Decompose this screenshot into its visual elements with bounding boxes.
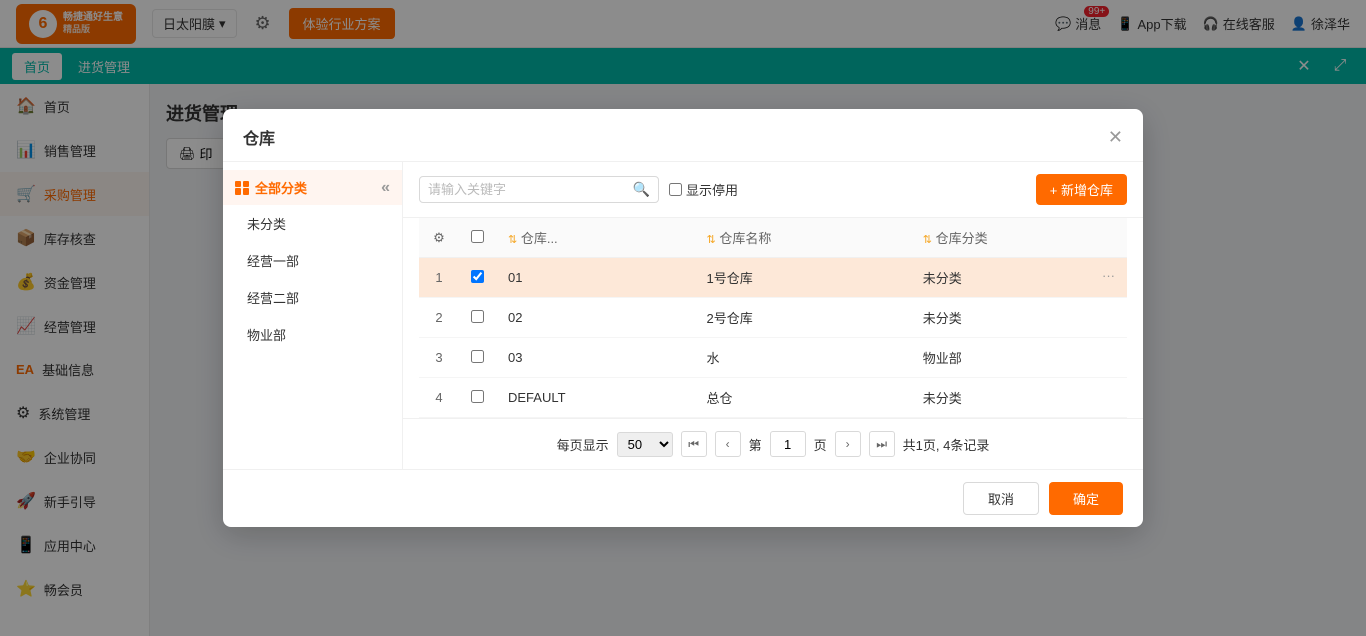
- dialog-header: 仓库 ✕: [223, 109, 1143, 162]
- next-page-button[interactable]: ›: [835, 431, 861, 457]
- row-number: 1: [419, 258, 459, 298]
- table-header: ⚙ ⇅ 仓库... ⇅ 仓库名称: [419, 218, 1127, 258]
- show-disabled-input[interactable]: [669, 183, 682, 196]
- warehouse-dialog: 仓库 ✕ 全部分类 « 未分类 经营一部 经营二部 物业部: [223, 109, 1143, 527]
- per-page-select[interactable]: 50 100 200: [617, 432, 673, 457]
- dialog-toolbar: 🔍 显示停用 + 新增仓库: [403, 162, 1143, 218]
- row-checkbox[interactable]: [471, 310, 484, 323]
- row-name: 总仓: [695, 378, 911, 418]
- pagination: 每页显示 50 100 200 ⏮ ‹ 第 页 › ⏭ 共1页, 4条记录: [403, 418, 1143, 469]
- prev-page-button[interactable]: ‹: [715, 431, 741, 457]
- grid-icon: [235, 181, 249, 195]
- collapse-button[interactable]: «: [381, 179, 390, 197]
- row-name: 水: [695, 338, 911, 378]
- row-checkbox-cell: [459, 338, 496, 378]
- dialog-body: 全部分类 « 未分类 经营一部 经营二部 物业部 🔍: [223, 162, 1143, 469]
- show-disabled-checkbox[interactable]: 显示停用: [669, 180, 738, 199]
- row-checkbox[interactable]: [471, 390, 484, 403]
- add-warehouse-button[interactable]: + 新增仓库: [1036, 174, 1127, 205]
- col-checkbox: [459, 218, 496, 258]
- warehouse-table: ⚙ ⇅ 仓库... ⇅ 仓库名称: [419, 218, 1127, 418]
- table-row[interactable]: 4 DEFAULT 总仓 未分类: [419, 378, 1127, 418]
- col-gear: ⚙: [419, 218, 459, 258]
- row-checkbox[interactable]: [471, 350, 484, 363]
- last-page-button[interactable]: ⏭: [869, 431, 895, 457]
- select-all-checkbox[interactable]: [471, 230, 484, 243]
- category-item-property[interactable]: 物业部: [223, 316, 402, 353]
- row-code: 01: [496, 258, 695, 298]
- first-page-button[interactable]: ⏮: [681, 431, 707, 457]
- row-number: 4: [419, 378, 459, 418]
- row-checkbox-cell: [459, 258, 496, 298]
- row-category: 未分类: [911, 378, 1127, 418]
- row-checkbox-cell: [459, 378, 496, 418]
- sort-icon: ⇅: [707, 234, 716, 246]
- sort-icon: ⇅: [508, 234, 517, 246]
- table-row[interactable]: 2 02 2号仓库 未分类: [419, 298, 1127, 338]
- row-category: 物业部: [911, 338, 1127, 378]
- table-row[interactable]: 1 01 1号仓库 未分类···: [419, 258, 1127, 298]
- page-summary: 共1页, 4条记录: [903, 435, 990, 454]
- row-checkbox[interactable]: [471, 270, 484, 283]
- dialog-close-button[interactable]: ✕: [1108, 128, 1123, 146]
- cancel-button[interactable]: 取消: [963, 482, 1039, 515]
- row-category: 未分类: [911, 298, 1127, 338]
- category-item-dept1[interactable]: 经营一部: [223, 242, 402, 279]
- row-code: 02: [496, 298, 695, 338]
- row-name: 1号仓库: [695, 258, 911, 298]
- row-category: 未分类···: [911, 258, 1127, 298]
- more-button[interactable]: ···: [1102, 268, 1115, 283]
- col-name: ⇅ 仓库名称: [695, 218, 911, 258]
- category-item-unclassified[interactable]: 未分类: [223, 205, 402, 242]
- page-input[interactable]: [770, 431, 806, 457]
- confirm-button[interactable]: 确定: [1049, 482, 1123, 515]
- row-code: 03: [496, 338, 695, 378]
- search-box: 🔍: [419, 176, 659, 203]
- col-code: ⇅ 仓库...: [496, 218, 695, 258]
- row-code: DEFAULT: [496, 378, 695, 418]
- row-name: 2号仓库: [695, 298, 911, 338]
- row-number: 3: [419, 338, 459, 378]
- search-input[interactable]: [428, 182, 629, 197]
- table-row[interactable]: 3 03 水 物业部: [419, 338, 1127, 378]
- dialog-title: 仓库: [243, 125, 275, 149]
- dialog-content: 🔍 显示停用 + 新增仓库 ⚙: [403, 162, 1143, 469]
- dialog-footer: 取消 确定: [223, 469, 1143, 527]
- sort-icon: ⇅: [923, 234, 932, 246]
- col-category: ⇅ 仓库分类: [911, 218, 1127, 258]
- category-item-dept2[interactable]: 经营二部: [223, 279, 402, 316]
- category-header: 全部分类 «: [223, 170, 402, 205]
- row-number: 2: [419, 298, 459, 338]
- row-checkbox-cell: [459, 298, 496, 338]
- search-icon[interactable]: 🔍: [633, 181, 650, 198]
- category-sidebar: 全部分类 « 未分类 经营一部 经营二部 物业部: [223, 162, 403, 469]
- table-body: 1 01 1号仓库 未分类··· 2 02 2号仓库 未分类 3 03 水 物业…: [419, 258, 1127, 418]
- table-wrapper: ⚙ ⇅ 仓库... ⇅ 仓库名称: [403, 218, 1143, 418]
- dialog-overlay: 仓库 ✕ 全部分类 « 未分类 经营一部 经营二部 物业部: [0, 0, 1366, 636]
